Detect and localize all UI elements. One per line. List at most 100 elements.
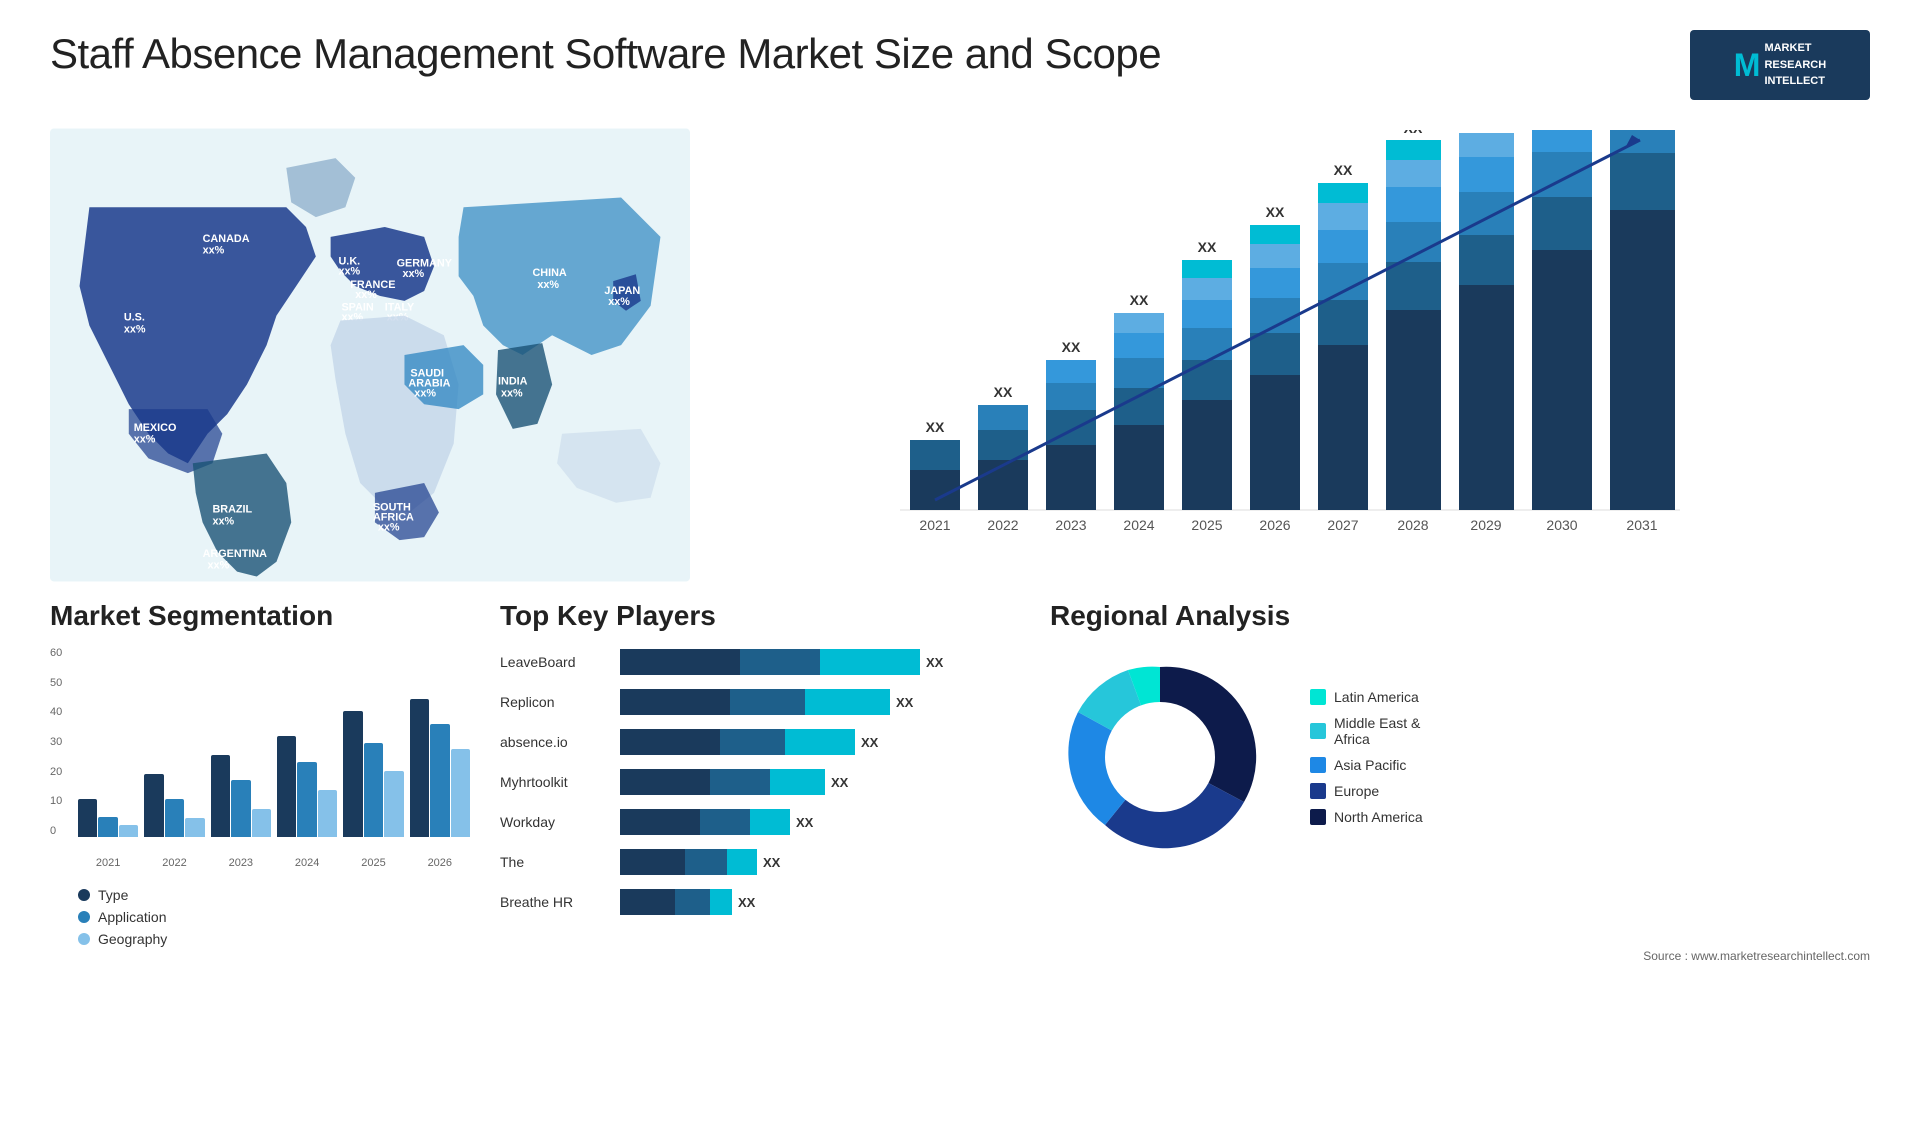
player-name-3: Myhrtoolkit bbox=[500, 767, 605, 797]
y-label-10: 10 bbox=[50, 795, 62, 807]
donut-chart bbox=[1050, 647, 1270, 867]
page-title: Staff Absence Management Software Market… bbox=[50, 30, 1161, 78]
legend-type-dot bbox=[78, 889, 90, 901]
header: Staff Absence Management Software Market… bbox=[50, 30, 1870, 100]
svg-text:XX: XX bbox=[1130, 292, 1149, 308]
legend-middle-east: Middle East &Africa bbox=[1310, 715, 1423, 747]
svg-text:2026: 2026 bbox=[1259, 517, 1290, 533]
player-names-list: LeaveBoard Replicon absence.io Myhrtoolk… bbox=[500, 647, 605, 917]
player-name-2: absence.io bbox=[500, 727, 605, 757]
svg-text:xx%: xx% bbox=[608, 296, 630, 308]
regional-section: Regional Analysis bbox=[1050, 600, 1870, 953]
svg-text:xx%: xx% bbox=[338, 265, 360, 277]
svg-text:XX: XX bbox=[926, 419, 945, 435]
player-bar-row-4: XX bbox=[620, 807, 1020, 837]
legend-application-dot bbox=[78, 911, 90, 923]
svg-text:2024: 2024 bbox=[1123, 517, 1154, 533]
svg-text:2023: 2023 bbox=[1055, 517, 1086, 533]
x-label-2024: 2024 bbox=[277, 857, 337, 877]
legend-europe-color bbox=[1310, 783, 1326, 799]
y-label-30: 30 bbox=[50, 736, 62, 748]
player-bars-list: XX XX bbox=[620, 647, 1020, 917]
svg-text:xx%: xx% bbox=[134, 434, 156, 446]
svg-text:MEXICO: MEXICO bbox=[134, 422, 177, 434]
svg-text:2025: 2025 bbox=[1191, 517, 1222, 533]
svg-text:xx%: xx% bbox=[501, 387, 523, 399]
segmentation-title: Market Segmentation bbox=[50, 600, 470, 632]
segmentation-section: Market Segmentation 60 50 40 30 20 10 0 bbox=[50, 600, 470, 953]
legend-middle-east-label: Middle East &Africa bbox=[1334, 715, 1420, 747]
logo-area: M MARKETRESEARCHINTELLECT bbox=[1690, 30, 1870, 100]
legend-europe-label: Europe bbox=[1334, 783, 1379, 799]
legend-geography-label: Geography bbox=[98, 931, 167, 947]
player-name-0: LeaveBoard bbox=[500, 647, 605, 677]
svg-text:XX: XX bbox=[1062, 339, 1081, 355]
growth-chart-svg: XX 2021 XX 2022 XX bbox=[730, 130, 1850, 580]
svg-text:CHINA: CHINA bbox=[532, 267, 566, 279]
legend-asia-pacific-label: Asia Pacific bbox=[1334, 757, 1406, 773]
player-name-4: Workday bbox=[500, 807, 605, 837]
svg-text:XX: XX bbox=[1198, 239, 1217, 255]
x-label-2022: 2022 bbox=[144, 857, 204, 877]
player-name-1: Replicon bbox=[500, 687, 605, 717]
legend-application: Application bbox=[78, 909, 470, 925]
svg-text:2027: 2027 bbox=[1327, 517, 1358, 533]
legend-type-label: Type bbox=[98, 887, 128, 903]
players-title: Top Key Players bbox=[500, 600, 1020, 632]
svg-text:ARGENTINA: ARGENTINA bbox=[203, 548, 268, 560]
y-label-50: 50 bbox=[50, 677, 62, 689]
regional-title: Regional Analysis bbox=[1050, 600, 1870, 632]
x-label-2025: 2025 bbox=[343, 857, 403, 877]
seg-legend: Type Application Geography bbox=[78, 887, 470, 947]
svg-text:xx%: xx% bbox=[124, 323, 146, 335]
legend-north-america: North America bbox=[1310, 809, 1423, 825]
logo-letter: M bbox=[1734, 47, 1761, 84]
logo-text: MARKETRESEARCHINTELLECT bbox=[1764, 40, 1826, 90]
x-label-2021: 2021 bbox=[78, 857, 138, 877]
svg-text:2021: 2021 bbox=[919, 517, 950, 533]
svg-text:xx%: xx% bbox=[402, 268, 424, 280]
player-value-1: XX bbox=[896, 695, 913, 710]
y-label-60: 60 bbox=[50, 647, 62, 659]
player-value-6: XX bbox=[738, 895, 755, 910]
source-text: Source : www.marketresearchintellect.com bbox=[1643, 949, 1870, 963]
growth-chart-section: XX 2021 XX 2022 XX bbox=[710, 120, 1870, 580]
player-bar-row-3: XX bbox=[620, 767, 1020, 797]
players-content: LeaveBoard Replicon absence.io Myhrtoolk… bbox=[500, 647, 1020, 917]
player-value-0: XX bbox=[926, 655, 943, 670]
legend-north-america-label: North America bbox=[1334, 809, 1423, 825]
bottom-row: Market Segmentation 60 50 40 30 20 10 0 bbox=[50, 600, 1870, 953]
legend-middle-east-color bbox=[1310, 723, 1326, 739]
logo-box: M MARKETRESEARCHINTELLECT bbox=[1690, 30, 1870, 100]
svg-text:xx%: xx% bbox=[537, 279, 559, 291]
legend-latin-america: Latin America bbox=[1310, 689, 1423, 705]
y-label-20: 20 bbox=[50, 766, 62, 778]
svg-text:XX: XX bbox=[994, 384, 1013, 400]
x-label-2026: 2026 bbox=[410, 857, 470, 877]
svg-text:2022: 2022 bbox=[987, 517, 1018, 533]
donut-container: Latin America Middle East &Africa Asia P… bbox=[1050, 647, 1870, 867]
svg-text:BRAZIL: BRAZIL bbox=[212, 504, 252, 516]
legend-europe: Europe bbox=[1310, 783, 1423, 799]
player-bar-row-0: XX bbox=[620, 647, 1020, 677]
svg-text:xx%: xx% bbox=[208, 560, 230, 572]
legend-type: Type bbox=[78, 887, 470, 903]
map-section: CANADA xx% U.S. xx% MEXICO xx% BRAZIL xx… bbox=[50, 120, 690, 580]
svg-text:2030: 2030 bbox=[1546, 517, 1577, 533]
svg-text:xx%: xx% bbox=[212, 515, 234, 527]
page-container: Staff Absence Management Software Market… bbox=[0, 0, 1920, 1146]
svg-text:XX: XX bbox=[1334, 162, 1353, 178]
player-name-5: The bbox=[500, 847, 605, 877]
svg-text:XX: XX bbox=[1266, 204, 1285, 220]
svg-text:xx%: xx% bbox=[414, 387, 436, 399]
player-bar-row-2: XX bbox=[620, 727, 1020, 757]
svg-text:XX: XX bbox=[1404, 130, 1423, 136]
svg-text:xx%: xx% bbox=[378, 521, 400, 533]
legend-application-label: Application bbox=[98, 909, 167, 925]
legend-latin-america-color bbox=[1310, 689, 1326, 705]
legend-geography: Geography bbox=[78, 931, 470, 947]
y-label-0: 0 bbox=[50, 825, 62, 837]
player-value-5: XX bbox=[763, 855, 780, 870]
svg-text:xx%: xx% bbox=[355, 289, 377, 301]
svg-text:INDIA: INDIA bbox=[498, 376, 528, 388]
